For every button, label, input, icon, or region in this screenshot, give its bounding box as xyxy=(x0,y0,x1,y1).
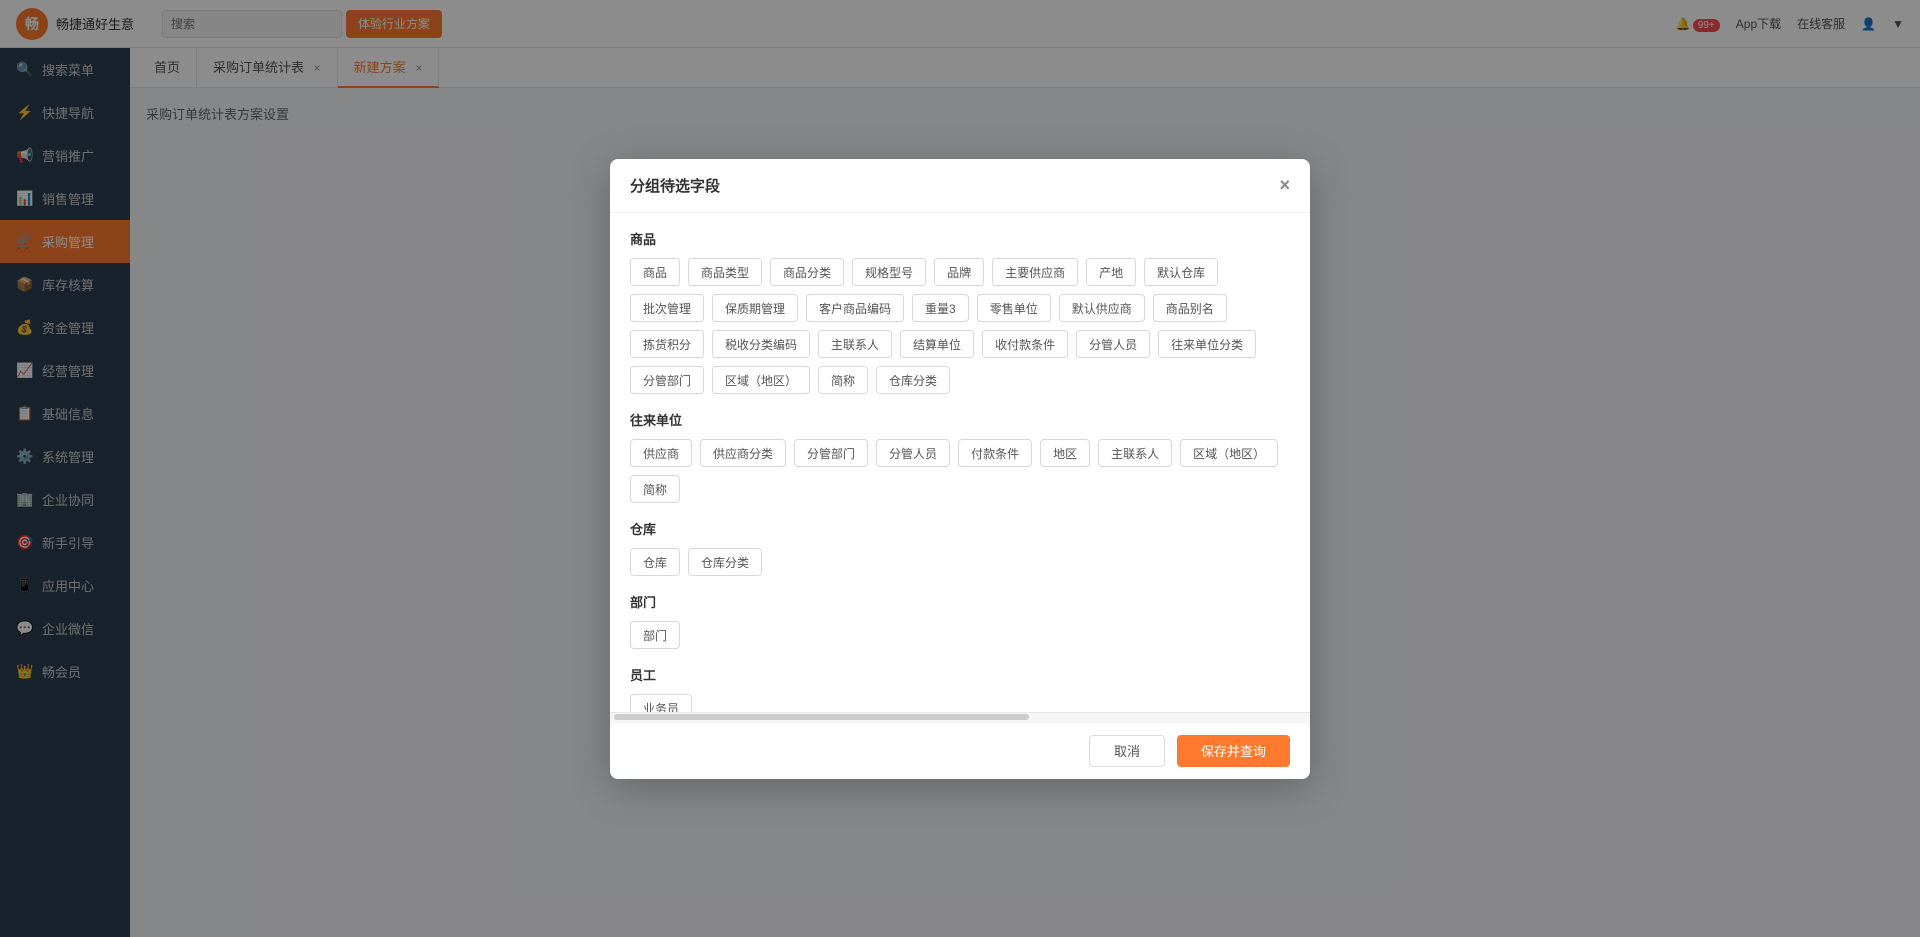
field-tags-employee: 业务员 xyxy=(630,694,1290,712)
field-tag[interactable]: 往来单位分类 xyxy=(1158,330,1256,358)
field-section-partner: 往来单位供应商供应商分类分管部门分管人员付款条件地区主联系人区域（地区） 简称 xyxy=(630,410,1290,503)
field-tag[interactable]: 商品类型 xyxy=(688,258,762,286)
field-tag[interactable]: 付款条件 xyxy=(958,439,1032,467)
field-tag[interactable]: 供应商 xyxy=(630,439,692,467)
dialog-title: 分组待选字段 xyxy=(630,175,720,196)
field-tag[interactable]: 拣货积分 xyxy=(630,330,704,358)
dialog-close-btn[interactable]: × xyxy=(1279,175,1290,196)
field-tag[interactable]: 批次管理 xyxy=(630,294,704,322)
field-tag[interactable]: 收付款条件 xyxy=(982,330,1068,358)
section-title-product: 商品 xyxy=(630,229,1290,248)
field-tag[interactable]: 规格型号 xyxy=(852,258,926,286)
field-tag[interactable]: 区域（地区） xyxy=(1180,439,1278,467)
field-section-employee: 员工业务员 xyxy=(630,665,1290,712)
field-tag[interactable]: 商品别名 xyxy=(1153,294,1227,322)
dialog-footer: 取消 保存并查询 xyxy=(610,722,1310,779)
field-section-product: 商品商品商品类型商品分类规格型号品牌主要供应商产地默认仓库批次管理保质期管理客户… xyxy=(630,229,1290,394)
field-tag[interactable]: 区域（地区） xyxy=(712,366,810,394)
field-tag[interactable]: 零售单位 xyxy=(977,294,1051,322)
field-tag[interactable]: 仓库分类 xyxy=(876,366,950,394)
field-tag[interactable]: 仓库分类 xyxy=(688,548,762,576)
dialog-body[interactable]: 商品商品商品类型商品分类规格型号品牌主要供应商产地默认仓库批次管理保质期管理客户… xyxy=(610,213,1310,712)
field-tag[interactable]: 分管人员 xyxy=(1076,330,1150,358)
field-tag[interactable]: 客户商品编码 xyxy=(806,294,904,322)
field-section-warehouse: 仓库仓库仓库分类 xyxy=(630,519,1290,576)
field-tag[interactable]: 税收分类编码 xyxy=(712,330,810,358)
field-tag[interactable]: 默认供应商 xyxy=(1059,294,1145,322)
field-select-dialog: 分组待选字段 × 商品商品商品类型商品分类规格型号品牌主要供应商产地默认仓库批次… xyxy=(610,159,1310,779)
field-tag[interactable]: 保质期管理 xyxy=(712,294,798,322)
field-tag[interactable]: 分管部门 xyxy=(630,366,704,394)
field-tags-partner: 供应商供应商分类分管部门分管人员付款条件地区主联系人区域（地区） 简称 xyxy=(630,439,1290,503)
field-tags-product: 商品商品类型商品分类规格型号品牌主要供应商产地默认仓库批次管理保质期管理客户商品… xyxy=(630,258,1290,394)
section-title-employee: 员工 xyxy=(630,665,1290,684)
field-tag[interactable]: 分管部门 xyxy=(794,439,868,467)
field-tag[interactable]: 主联系人 xyxy=(818,330,892,358)
field-tag[interactable]: 默认仓库 xyxy=(1144,258,1218,286)
field-tag[interactable]: 主联系人 xyxy=(1098,439,1172,467)
cancel-button[interactable]: 取消 xyxy=(1089,735,1165,767)
field-tag[interactable]: 产地 xyxy=(1086,258,1136,286)
field-section-department: 部门部门 xyxy=(630,592,1290,649)
dialog-header: 分组待选字段 × xyxy=(610,159,1310,213)
field-tag[interactable]: 仓库 xyxy=(630,548,680,576)
field-tags-warehouse: 仓库仓库分类 xyxy=(630,548,1290,576)
field-tag[interactable]: 简称 xyxy=(630,475,680,503)
scroll-thumb xyxy=(614,714,1029,720)
field-tag[interactable]: 部门 xyxy=(630,621,680,649)
field-tag[interactable]: 商品分类 xyxy=(770,258,844,286)
field-tags-department: 部门 xyxy=(630,621,1290,649)
field-tag[interactable]: 品牌 xyxy=(934,258,984,286)
field-tag[interactable]: 分管人员 xyxy=(876,439,950,467)
section-title-warehouse: 仓库 xyxy=(630,519,1290,538)
section-title-department: 部门 xyxy=(630,592,1290,611)
field-tag[interactable]: 商品 xyxy=(630,258,680,286)
section-title-partner: 往来单位 xyxy=(630,410,1290,429)
field-tag[interactable]: 供应商分类 xyxy=(700,439,786,467)
field-tag[interactable]: 结算单位 xyxy=(900,330,974,358)
field-tag[interactable]: 业务员 xyxy=(630,694,692,712)
field-tag[interactable]: 重量3 xyxy=(912,294,969,322)
field-tag[interactable]: 简称 xyxy=(818,366,868,394)
confirm-button[interactable]: 保存并查询 xyxy=(1177,735,1290,767)
horizontal-scrollbar[interactable] xyxy=(610,712,1310,722)
field-tag[interactable]: 地区 xyxy=(1040,439,1090,467)
field-tag[interactable]: 主要供应商 xyxy=(992,258,1078,286)
